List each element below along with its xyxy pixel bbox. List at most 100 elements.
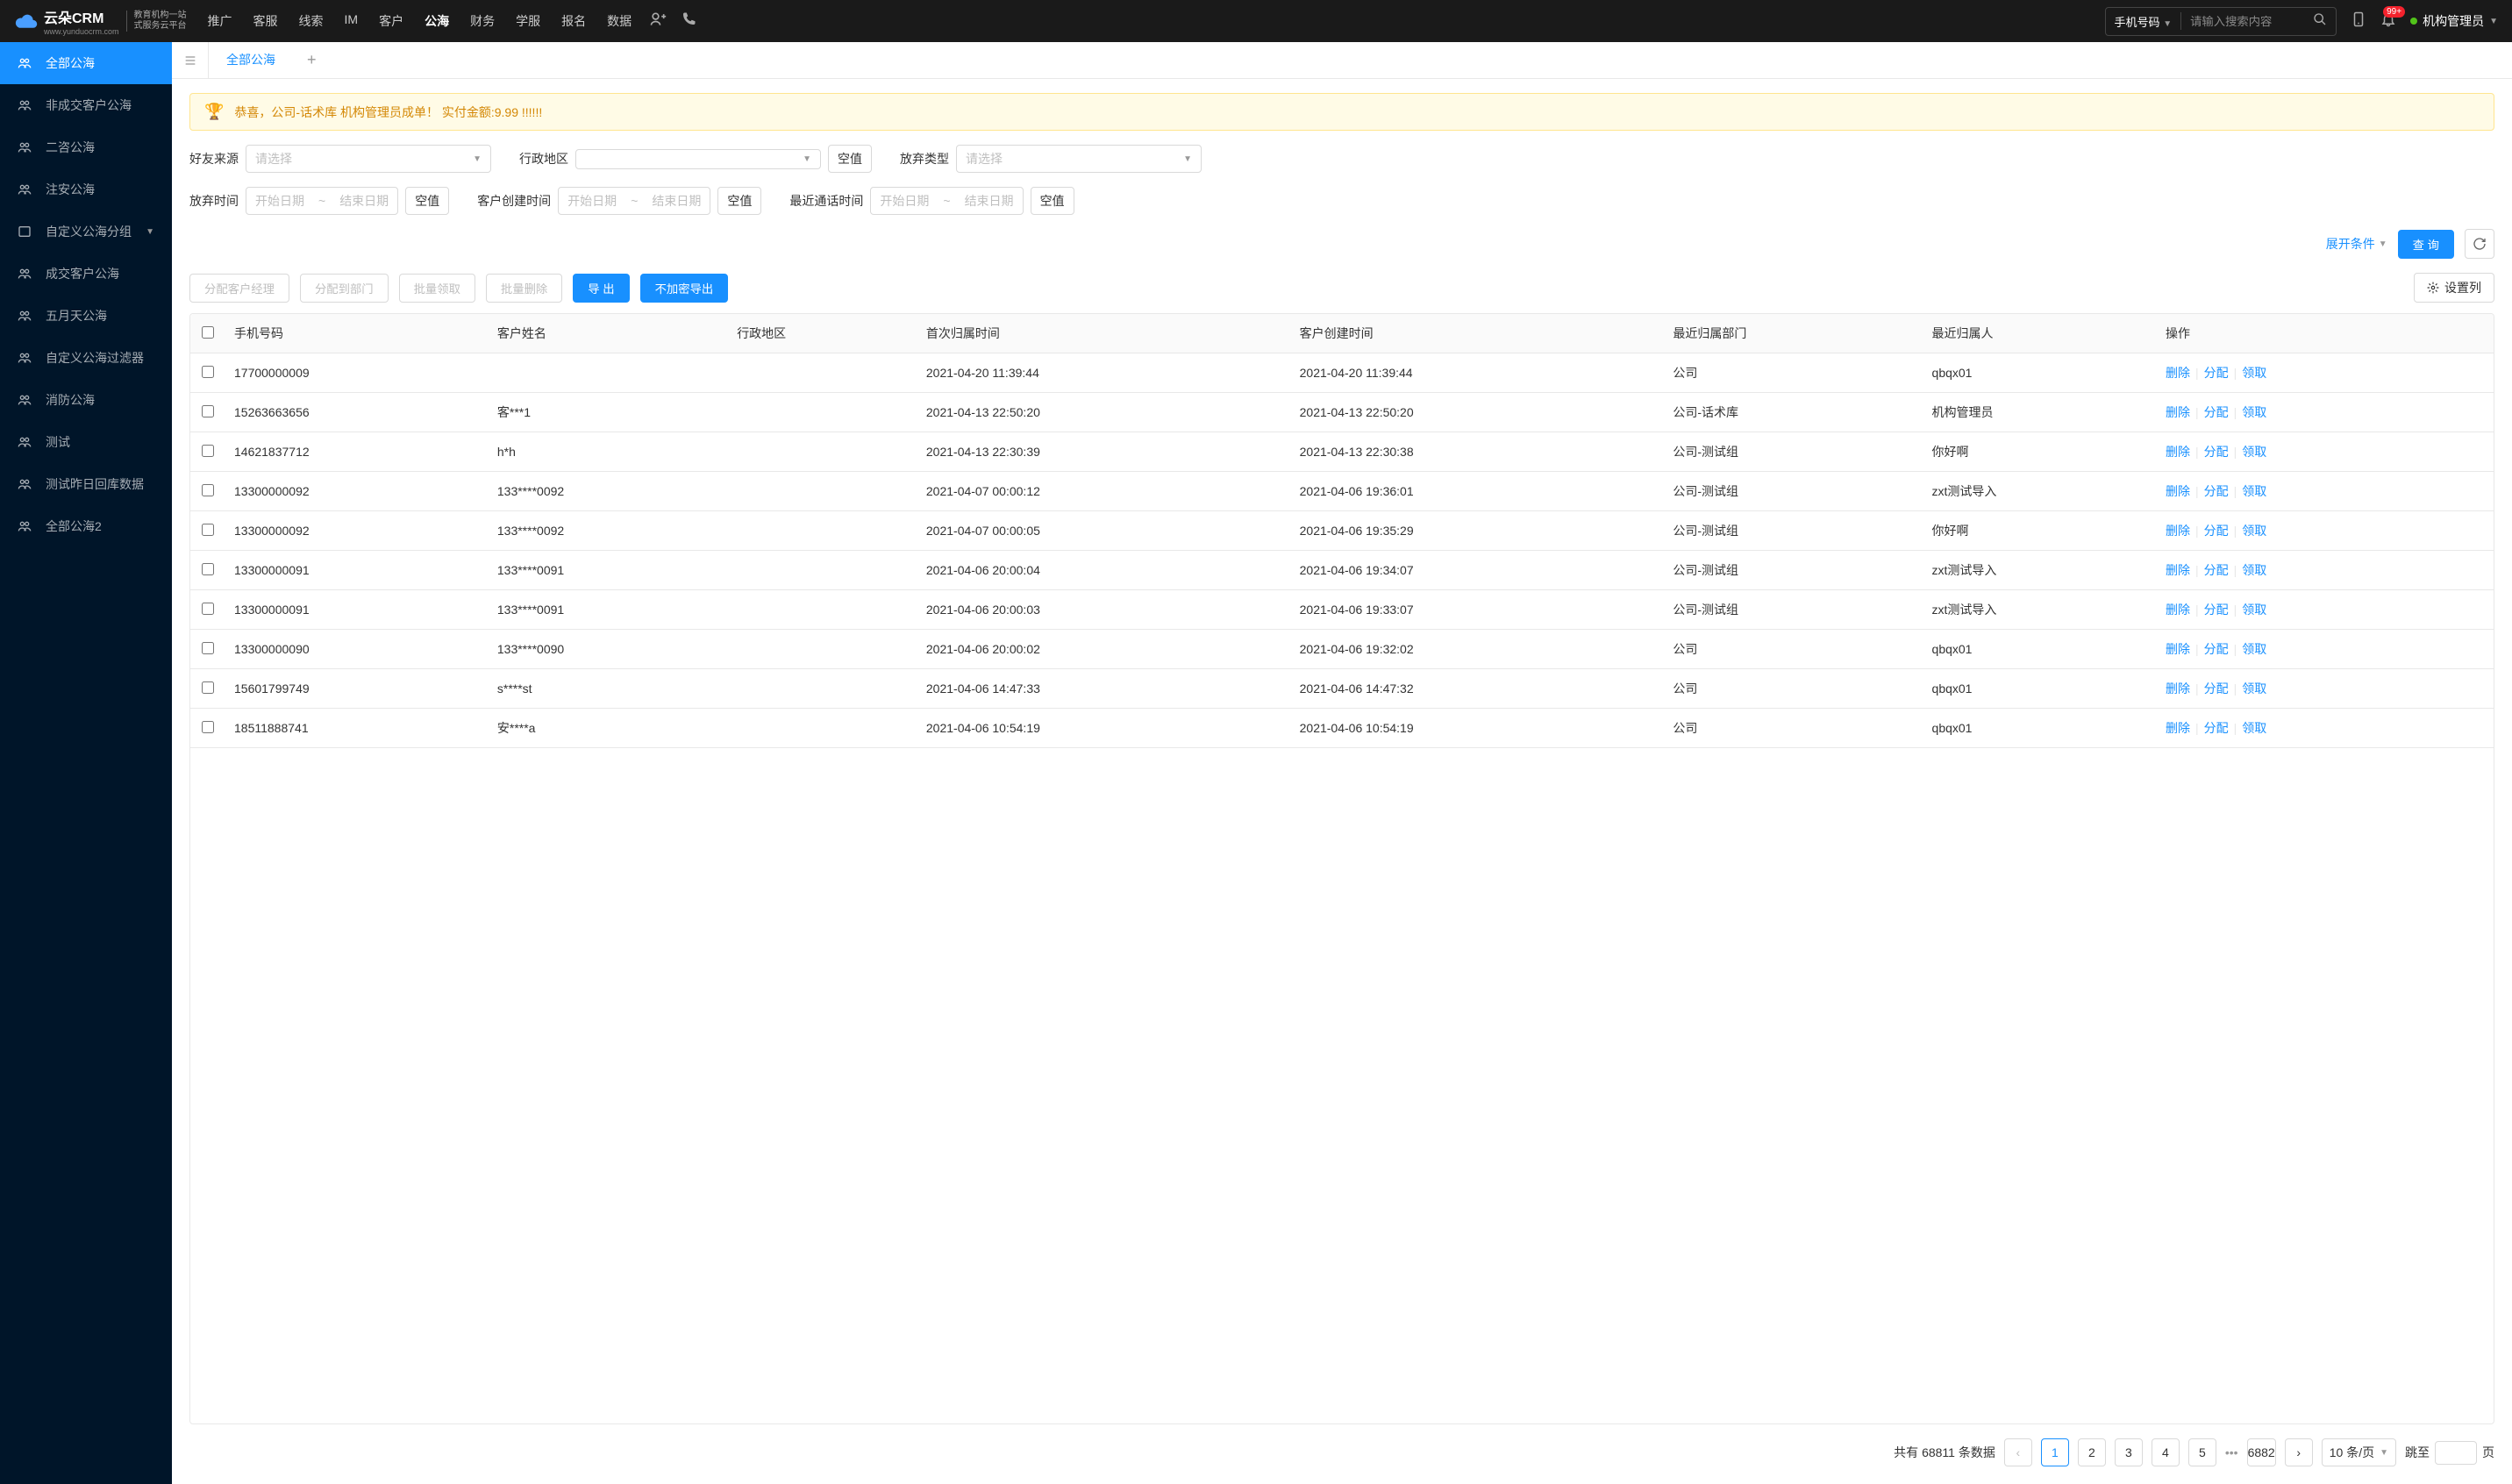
row-checkbox[interactable] xyxy=(202,405,214,417)
delete-link[interactable]: 删除 xyxy=(2166,445,2190,459)
assign-link[interactable]: 分配 xyxy=(2204,681,2229,696)
claim-link[interactable]: 领取 xyxy=(2242,405,2266,419)
assign-link[interactable]: 分配 xyxy=(2204,484,2229,498)
filter-create-null[interactable]: 空值 xyxy=(717,187,761,215)
sidebar-item[interactable]: 成交客户公海 xyxy=(0,253,172,295)
delete-link[interactable]: 删除 xyxy=(2166,603,2190,617)
claim-link[interactable]: 领取 xyxy=(2242,721,2266,735)
search-input[interactable] xyxy=(2181,10,2304,33)
claim-link[interactable]: 领取 xyxy=(2242,445,2266,459)
row-checkbox[interactable] xyxy=(202,721,214,733)
select-all-checkbox[interactable] xyxy=(202,326,214,339)
page-number[interactable]: 2 xyxy=(2078,1438,2106,1466)
assign-link[interactable]: 分配 xyxy=(2204,405,2229,419)
sidebar-item[interactable]: 非成交客户公海 xyxy=(0,84,172,126)
assign-link[interactable]: 分配 xyxy=(2204,603,2229,617)
page-size-select[interactable]: 10 条/页▼ xyxy=(2322,1438,2396,1466)
nav-item[interactable]: 数据 xyxy=(607,2,632,40)
row-checkbox[interactable] xyxy=(202,603,214,615)
row-checkbox[interactable] xyxy=(202,445,214,457)
tab-all-public[interactable]: 全部公海 xyxy=(209,42,293,79)
nav-item[interactable]: 推广 xyxy=(208,2,232,40)
assign-link[interactable]: 分配 xyxy=(2204,563,2229,577)
next-page-button[interactable]: › xyxy=(2285,1438,2313,1466)
nav-item[interactable]: 报名 xyxy=(561,2,586,40)
assign-link[interactable]: 分配 xyxy=(2204,445,2229,459)
page-number[interactable]: 5 xyxy=(2188,1438,2216,1466)
sidebar-item[interactable]: 全部公海2 xyxy=(0,505,172,547)
row-checkbox[interactable] xyxy=(202,484,214,496)
query-button[interactable]: 查 询 xyxy=(2398,230,2454,259)
nav-item[interactable]: IM xyxy=(345,2,359,40)
page-number[interactable]: 1 xyxy=(2041,1438,2069,1466)
filter-abandon-null[interactable]: 空值 xyxy=(405,187,449,215)
sidebar-item[interactable]: 消防公海 xyxy=(0,379,172,421)
user-add-icon[interactable] xyxy=(649,11,667,32)
sidebar-item[interactable]: 自定义公海过滤器 xyxy=(0,337,172,379)
search-type-select[interactable]: 手机号码 ▼ xyxy=(2106,8,2181,35)
nav-item[interactable]: 公海 xyxy=(425,2,449,40)
row-checkbox[interactable] xyxy=(202,563,214,575)
nav-item[interactable]: 学服 xyxy=(516,2,540,40)
assign-link[interactable]: 分配 xyxy=(2204,524,2229,538)
sidebar-item[interactable]: 自定义公海分组▼ xyxy=(0,210,172,253)
column-settings-button[interactable]: 设置列 xyxy=(2414,273,2494,303)
filter-call-null[interactable]: 空值 xyxy=(1031,187,1074,215)
last-page-button[interactable]: 6882 xyxy=(2247,1438,2276,1466)
filter-abandon-time-range[interactable]: 开始日期~结束日期 xyxy=(246,187,398,215)
delete-link[interactable]: 删除 xyxy=(2166,366,2190,380)
assign-link[interactable]: 分配 xyxy=(2204,721,2229,735)
collapse-tabs-icon[interactable] xyxy=(172,42,209,79)
bell-icon[interactable]: 99+ xyxy=(2380,11,2396,32)
delete-link[interactable]: 删除 xyxy=(2166,681,2190,696)
delete-link[interactable]: 删除 xyxy=(2166,484,2190,498)
mobile-icon[interactable] xyxy=(2351,11,2366,32)
export-plain-button[interactable]: 不加密导出 xyxy=(640,274,729,303)
assign-dept-button[interactable]: 分配到部门 xyxy=(300,274,389,303)
filter-type-select[interactable]: 请选择▼ xyxy=(956,145,1202,173)
expand-filters-button[interactable]: 展开条件▼ xyxy=(2326,235,2387,253)
assign-manager-button[interactable]: 分配客户经理 xyxy=(189,274,289,303)
sidebar-item[interactable]: 测试昨日回库数据 xyxy=(0,463,172,505)
claim-link[interactable]: 领取 xyxy=(2242,642,2266,656)
row-checkbox[interactable] xyxy=(202,524,214,536)
export-button[interactable]: 导 出 xyxy=(573,274,629,303)
filter-region-select[interactable]: ▼ xyxy=(575,149,821,169)
claim-link[interactable]: 领取 xyxy=(2242,366,2266,380)
delete-link[interactable]: 删除 xyxy=(2166,563,2190,577)
claim-link[interactable]: 领取 xyxy=(2242,603,2266,617)
sidebar-item[interactable]: 二咨公海 xyxy=(0,126,172,168)
filter-create-time-range[interactable]: 开始日期~结束日期 xyxy=(558,187,710,215)
filter-region-null[interactable]: 空值 xyxy=(828,145,872,173)
claim-link[interactable]: 领取 xyxy=(2242,563,2266,577)
refresh-button[interactable] xyxy=(2465,229,2494,259)
claim-link[interactable]: 领取 xyxy=(2242,681,2266,696)
user-menu[interactable]: 机构管理员 ▼ xyxy=(2410,12,2498,30)
delete-link[interactable]: 删除 xyxy=(2166,524,2190,538)
logo[interactable]: 云朵CRM www.yunduocrm.com 教育机构一站 式服务云平台 xyxy=(14,6,187,36)
assign-link[interactable]: 分配 xyxy=(2204,366,2229,380)
add-tab-button[interactable]: + xyxy=(293,51,331,69)
claim-link[interactable]: 领取 xyxy=(2242,524,2266,538)
nav-item[interactable]: 客服 xyxy=(253,2,278,40)
delete-link[interactable]: 删除 xyxy=(2166,405,2190,419)
page-jump-input[interactable] xyxy=(2435,1441,2477,1465)
filter-call-time-range[interactable]: 开始日期~结束日期 xyxy=(870,187,1023,215)
row-checkbox[interactable] xyxy=(202,642,214,654)
delete-link[interactable]: 删除 xyxy=(2166,642,2190,656)
batch-claim-button[interactable]: 批量领取 xyxy=(399,274,475,303)
claim-link[interactable]: 领取 xyxy=(2242,484,2266,498)
sidebar-item[interactable]: 测试 xyxy=(0,421,172,463)
delete-link[interactable]: 删除 xyxy=(2166,721,2190,735)
batch-delete-button[interactable]: 批量删除 xyxy=(486,274,562,303)
nav-item[interactable]: 客户 xyxy=(379,2,403,40)
nav-item[interactable]: 财务 xyxy=(470,2,495,40)
sidebar-item[interactable]: 五月天公海 xyxy=(0,295,172,337)
page-number[interactable]: 4 xyxy=(2152,1438,2180,1466)
row-checkbox[interactable] xyxy=(202,366,214,378)
sidebar-item[interactable]: 全部公海 xyxy=(0,42,172,84)
filter-source-select[interactable]: 请选择▼ xyxy=(246,145,491,173)
row-checkbox[interactable] xyxy=(202,681,214,694)
search-icon[interactable] xyxy=(2304,12,2336,31)
assign-link[interactable]: 分配 xyxy=(2204,642,2229,656)
